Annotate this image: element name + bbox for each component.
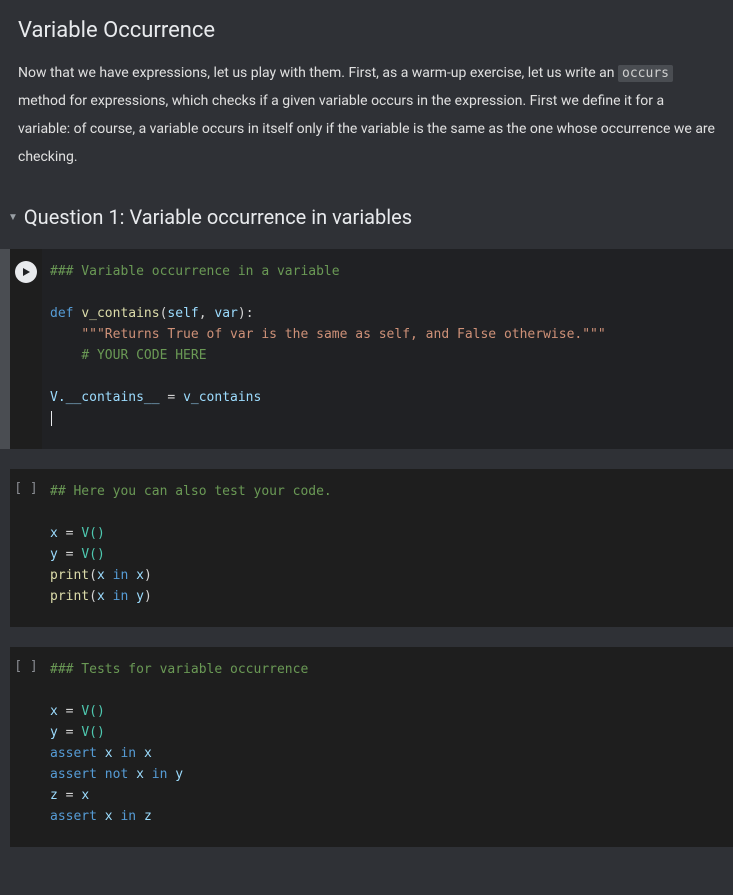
code-var: y <box>50 547 58 562</box>
code-editor-3[interactable]: ### Tests for variable occurrence x = V(… <box>42 647 733 847</box>
code-keyword: in <box>152 767 168 782</box>
code-var: x <box>97 589 105 604</box>
code-keyword: def <box>50 306 73 321</box>
code-var: x <box>97 568 105 583</box>
code-builtin: print <box>50 589 89 604</box>
code-cell-2[interactable]: [ ] ## Here you can also test your code.… <box>10 469 733 627</box>
code-var: x <box>144 746 152 761</box>
code-op: = <box>58 704 81 719</box>
code-keyword: not <box>105 767 128 782</box>
code-op: = <box>58 788 81 803</box>
code-var: x <box>105 746 113 761</box>
code-var: x <box>136 767 144 782</box>
code-keyword: in <box>113 568 129 583</box>
code-var: y <box>175 767 183 782</box>
code-var: y <box>50 725 58 740</box>
code-cell-1[interactable]: ### Variable occurrence in a variable de… <box>10 249 733 449</box>
code-keyword: assert <box>50 746 97 761</box>
intro-text-after: method for expressions, which checks if … <box>18 93 715 165</box>
page-title: Variable Occurrence <box>18 18 715 43</box>
code-op: = <box>160 390 183 405</box>
code-var: x <box>81 788 89 803</box>
code-op: = <box>58 725 81 740</box>
code-keyword: in <box>113 589 129 604</box>
code-op: = <box>58 547 81 562</box>
code-paren: ( <box>89 568 97 583</box>
inline-code-occurs: occurs <box>618 65 673 82</box>
code-editor-1[interactable]: ### Variable occurrence in a variable de… <box>42 249 733 449</box>
code-var: V.__contains__ <box>50 390 160 405</box>
code-keyword: in <box>120 809 136 824</box>
section-header[interactable]: ▼ Question 1: Variable occurrence in var… <box>0 181 733 249</box>
code-cell-3[interactable]: [ ] ### Tests for variable occurrence x … <box>10 647 733 847</box>
cell-gutter <box>10 249 42 449</box>
code-var: x <box>105 809 113 824</box>
code-comment: ### Variable occurrence in a variable <box>50 264 340 279</box>
play-icon <box>21 267 31 277</box>
section-title: Question 1: Variable occurrence in varia… <box>24 205 412 229</box>
chevron-down-icon: ▼ <box>8 212 18 223</box>
code-var: z <box>144 809 152 824</box>
code-editor-2[interactable]: ## Here you can also test your code. x =… <box>42 469 733 627</box>
execution-count-empty: [ ] <box>14 659 37 674</box>
code-var: z <box>50 788 58 803</box>
code-param: self <box>167 306 198 321</box>
code-var: v_contains <box>183 390 261 405</box>
code-call: V() <box>81 526 104 541</box>
code-docstring: """Returns True of var is the same as se… <box>81 327 605 342</box>
code-var: x <box>50 526 58 541</box>
code-var: x <box>50 704 58 719</box>
run-button[interactable] <box>15 261 37 283</box>
code-keyword: assert <box>50 809 97 824</box>
code-call: V() <box>81 704 104 719</box>
code-call: V() <box>81 725 104 740</box>
code-function: v_contains <box>81 306 159 321</box>
cell-gutter: [ ] <box>10 469 42 627</box>
code-comment: ## Here you can also test your code. <box>50 484 332 499</box>
intro-text-before: Now that we have expressions, let us pla… <box>18 65 618 81</box>
code-op: = <box>58 526 81 541</box>
code-paren: ) <box>144 589 152 604</box>
code-keyword: in <box>120 746 136 761</box>
intro-paragraph: Now that we have expressions, let us pla… <box>18 59 715 171</box>
code-keyword: assert <box>50 767 97 782</box>
cell-gutter: [ ] <box>10 647 42 847</box>
code-var: y <box>136 589 144 604</box>
execution-count-empty: [ ] <box>14 481 37 496</box>
text-cursor <box>51 411 52 426</box>
code-var: x <box>136 568 144 583</box>
code-param: var <box>214 306 237 321</box>
code-call: V() <box>81 547 104 562</box>
code-paren: ) <box>144 568 152 583</box>
code-builtin: print <box>50 568 89 583</box>
code-comment: # YOUR CODE HERE <box>81 348 206 363</box>
code-comment: ### Tests for variable occurrence <box>50 662 308 677</box>
text-cell: Variable Occurrence Now that we have exp… <box>0 0 733 181</box>
code-paren: ( <box>89 589 97 604</box>
